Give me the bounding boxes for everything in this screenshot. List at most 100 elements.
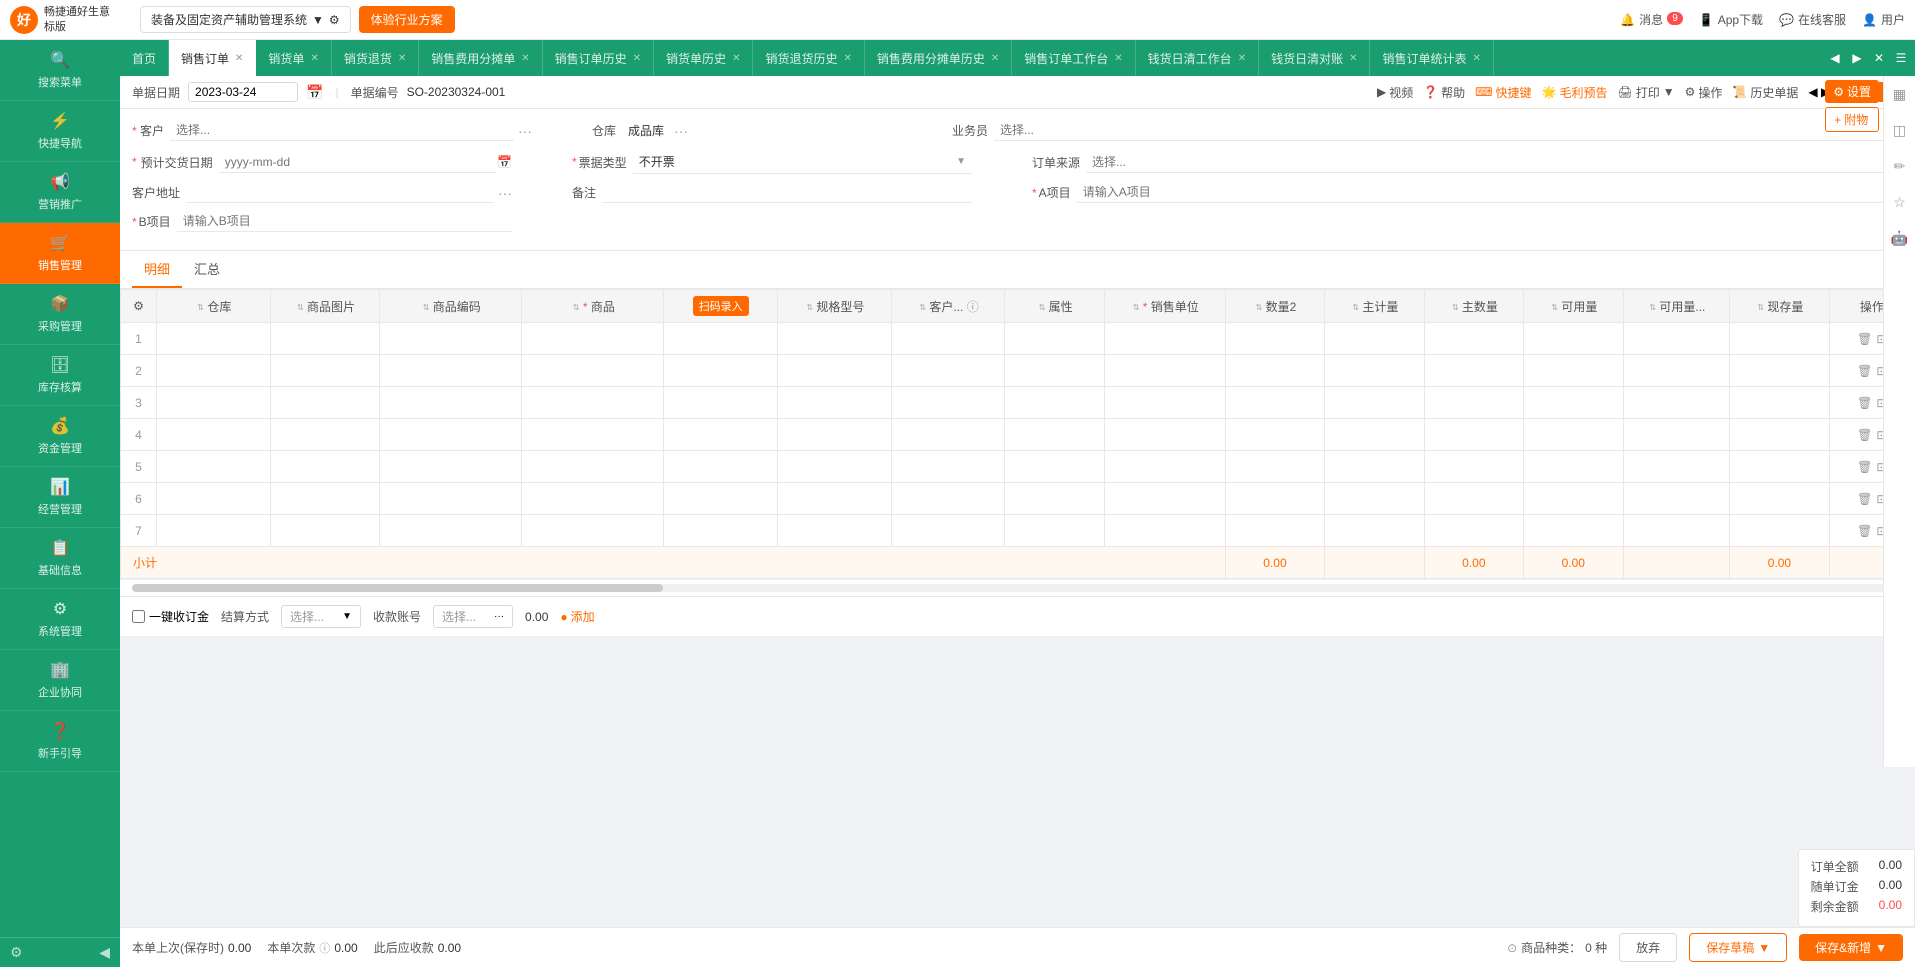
- collapse-icon[interactable]: ◀: [99, 944, 110, 961]
- tab-invoice[interactable]: 销货单 ✕: [256, 40, 331, 76]
- row-delete-icon[interactable]: 🗑: [1857, 364, 1872, 378]
- user-menu[interactable]: 👤 用户: [1862, 11, 1905, 28]
- tab-home[interactable]: 首页: [120, 40, 169, 76]
- row-delete-icon[interactable]: 🗑: [1857, 524, 1872, 538]
- col-gear[interactable]: ⚙: [121, 290, 157, 323]
- sidebar-item-quick[interactable]: ⚡ 快捷导航: [0, 101, 120, 162]
- settings-icon[interactable]: ⚙: [10, 944, 23, 961]
- customer-more-icon[interactable]: ···: [518, 123, 532, 139]
- calendar-icon[interactable]: 📅: [306, 84, 323, 101]
- order-single-row: 随单订金 0.00: [1811, 878, 1902, 895]
- scan-btn[interactable]: 扫码录入: [693, 296, 749, 316]
- nav-close-all[interactable]: ✕: [1869, 48, 1889, 68]
- address-more-icon[interactable]: ···: [498, 185, 512, 201]
- industry-btn[interactable]: 体验行业方案: [359, 6, 455, 33]
- tab-statistics[interactable]: 销售订单统计表 ✕: [1370, 40, 1493, 76]
- system-selector[interactable]: 装备及固定资产辅助管理系统 ▼ ⚙: [140, 6, 351, 33]
- scrollbar-thumb[interactable]: [132, 584, 663, 592]
- payment-method-select[interactable]: 选择... ▼: [281, 605, 361, 628]
- help-btn[interactable]: ❓ 帮助: [1423, 84, 1465, 101]
- ops-btn[interactable]: ⚙ 操作: [1685, 84, 1723, 101]
- warehouse-more-icon[interactable]: ···: [674, 123, 688, 139]
- tab-summary[interactable]: 汇总: [182, 251, 232, 288]
- nav-next[interactable]: ▶: [1847, 48, 1867, 68]
- tab-close-return[interactable]: ✕: [398, 53, 406, 64]
- draft-btn[interactable]: 保存草稿 ▼: [1689, 933, 1787, 962]
- profit-btn[interactable]: 🌟 毛利预告: [1542, 84, 1608, 101]
- one-click-check[interactable]: [132, 610, 145, 623]
- receipt-account-select[interactable]: 选择... ···: [433, 605, 513, 628]
- tab-close-cash-reconcile[interactable]: ✕: [1349, 53, 1357, 64]
- right-grid-icon[interactable]: ▦: [1888, 82, 1912, 106]
- shortcut-btn[interactable]: ⌨ 快捷键: [1475, 84, 1531, 101]
- discard-btn[interactable]: 放弃: [1619, 933, 1677, 962]
- settings-form-btn[interactable]: ⚙ 设置: [1825, 80, 1879, 103]
- tab-close-cash-daily[interactable]: ✕: [1238, 53, 1246, 64]
- row-delete-icon[interactable]: 🗑: [1857, 428, 1872, 442]
- salesperson-input[interactable]: [994, 120, 1903, 141]
- sidebar-item-enterprise[interactable]: 🏢 企业协同: [0, 650, 120, 711]
- toolbar-row: 单据日期 📅 | 单据编号 SO-20230324-001 ▶ 视频 ❓ 帮助 …: [120, 76, 1915, 109]
- tab-close-order-history[interactable]: ✕: [633, 53, 641, 64]
- delivery-date-input[interactable]: [219, 152, 497, 173]
- sidebar-item-basic[interactable]: 📋 基础信息: [0, 528, 120, 589]
- sidebar-item-finance[interactable]: 💰 资金管理: [0, 406, 120, 467]
- sidebar-item-inventory[interactable]: 🗄 库存核算: [0, 345, 120, 406]
- tab-cash-daily[interactable]: 钱货日清工作台 ✕: [1136, 40, 1259, 76]
- project-a-input[interactable]: [1077, 182, 1903, 203]
- right-edit-icon[interactable]: ✏: [1888, 154, 1912, 178]
- notice-btn[interactable]: 🔔 消息 9: [1620, 11, 1683, 28]
- row-delete-icon[interactable]: 🗑: [1857, 460, 1872, 474]
- tab-close-sales-order[interactable]: ✕: [235, 53, 243, 64]
- right-layout-icon[interactable]: ◫: [1888, 118, 1912, 142]
- sidebar-item-search[interactable]: 🔍 搜索菜单: [0, 40, 120, 101]
- tab-invoice-history[interactable]: 销货单历史 ✕: [654, 40, 753, 76]
- customer-input[interactable]: [170, 120, 514, 141]
- attach-btn[interactable]: + 附物: [1825, 107, 1879, 132]
- row-delete-icon[interactable]: 🗑: [1857, 396, 1872, 410]
- tab-close-fee[interactable]: ✕: [521, 53, 529, 64]
- app-download-btn[interactable]: 📱 App下载: [1699, 11, 1763, 28]
- order-source-input[interactable]: [1086, 152, 1903, 173]
- nav-prev[interactable]: ◀: [1825, 48, 1845, 68]
- print-btn[interactable]: 🖨 打印 ▼: [1617, 84, 1674, 101]
- tab-workbench[interactable]: 销售订单工作台 ✕: [1012, 40, 1135, 76]
- project-b-input[interactable]: [177, 211, 512, 232]
- sidebar-item-marketing[interactable]: 📢 营销推广: [0, 162, 120, 223]
- tab-close-invoice-history[interactable]: ✕: [732, 53, 740, 64]
- online-service-btn[interactable]: 💬 在线客服: [1779, 11, 1846, 28]
- sidebar-item-sales[interactable]: 🛒 销售管理: [0, 223, 120, 284]
- tab-close-statistics[interactable]: ✕: [1473, 53, 1481, 64]
- tab-return[interactable]: 销货退货 ✕: [332, 40, 419, 76]
- tab-close-fee-history[interactable]: ✕: [991, 53, 999, 64]
- invoice-type-select[interactable]: 不开票 ▼: [633, 150, 972, 174]
- address-input[interactable]: [186, 182, 494, 203]
- tab-fee[interactable]: 销售费用分摊单 ✕: [419, 40, 542, 76]
- row-delete-icon[interactable]: 🗑: [1857, 492, 1872, 506]
- tab-close-workbench[interactable]: ✕: [1114, 53, 1122, 64]
- date-input[interactable]: [188, 82, 298, 102]
- view-btn[interactable]: ▶ 视频: [1377, 84, 1413, 101]
- tab-return-history[interactable]: 销货退货历史 ✕: [753, 40, 864, 76]
- sidebar-item-system[interactable]: ⚙ 系统管理: [0, 589, 120, 650]
- tab-close-return-history[interactable]: ✕: [843, 53, 851, 64]
- save-new-btn[interactable]: 保存&新增 ▼: [1799, 934, 1903, 961]
- add-payment-btn[interactable]: ● 添加: [560, 608, 594, 625]
- note-input[interactable]: [602, 182, 972, 203]
- tab-order-history[interactable]: 销售订单历史 ✕: [543, 40, 654, 76]
- sidebar-item-operation[interactable]: 📊 经营管理: [0, 467, 120, 528]
- right-star-icon[interactable]: ☆: [1888, 190, 1912, 214]
- tab-fee-history[interactable]: 销售费用分摊单历史 ✕: [865, 40, 1012, 76]
- table-row: 7 🗑⊡: [121, 515, 1915, 547]
- sidebar-item-guide[interactable]: ❓ 新手引导: [0, 711, 120, 772]
- date-icon[interactable]: 📅: [497, 155, 512, 169]
- tab-cash-reconcile[interactable]: 钱货日清对账 ✕: [1259, 40, 1370, 76]
- nav-menu[interactable]: ☰: [1891, 48, 1911, 68]
- tab-close-invoice[interactable]: ✕: [310, 53, 318, 64]
- row-delete-icon[interactable]: 🗑: [1857, 332, 1872, 346]
- sidebar-item-purchase[interactable]: 📦 采购管理: [0, 284, 120, 345]
- right-robot-icon[interactable]: 🤖: [1888, 226, 1912, 250]
- tab-sales-order[interactable]: 销售订单 ✕: [169, 40, 256, 76]
- history-btn[interactable]: 📜 历史单据: [1732, 84, 1798, 101]
- tab-detail[interactable]: 明细: [132, 251, 182, 288]
